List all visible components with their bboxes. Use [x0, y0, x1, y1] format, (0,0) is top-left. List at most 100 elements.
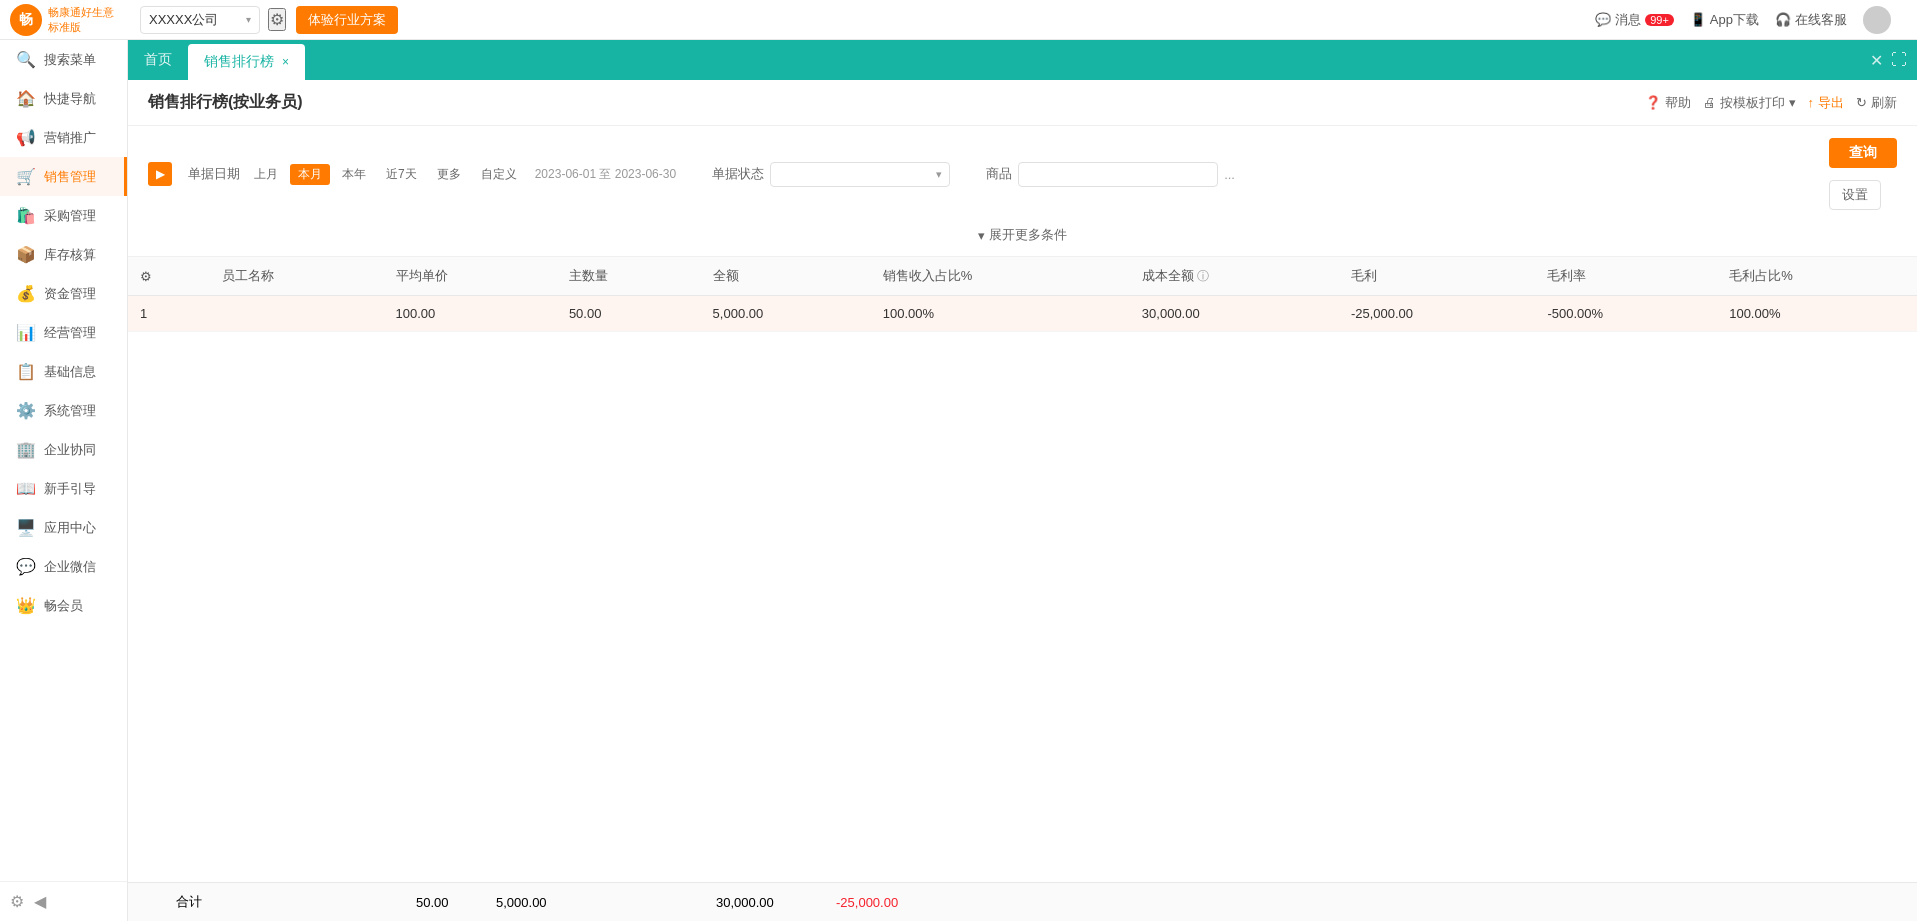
sidebar-item-inventory[interactable]: 📦 库存核算 — [0, 235, 127, 274]
col-amount: 全额 — [701, 257, 871, 296]
filter-row: ▶ 单据日期 上月本月本年近7天更多自定义 2023-06-01 至 2023-… — [148, 138, 1897, 210]
company-selector[interactable]: XXXXX公司 ▾ — [140, 6, 260, 34]
help-button[interactable]: ❓ 帮助 — [1645, 94, 1691, 112]
appstore-icon: 🖥️ — [16, 518, 36, 537]
sidebar-settings-icon[interactable]: ⚙ — [10, 892, 24, 911]
sidebar-label-basic: 基础信息 — [44, 363, 96, 381]
cell-revenue-pct: 100.00% — [871, 296, 1130, 332]
sidebar-label-system: 系统管理 — [44, 402, 96, 420]
sidebar-item-finance[interactable]: 💰 资金管理 — [0, 274, 127, 313]
status-select[interactable] — [770, 162, 950, 187]
cell-avg-price: 100.00 — [384, 296, 557, 332]
sidebar-item-wechat[interactable]: 💬 企业微信 — [0, 547, 127, 586]
sidebar-label-marketing: 营销推广 — [44, 129, 96, 147]
print-button[interactable]: 🖨 按模板打印 ▾ — [1703, 94, 1796, 112]
sidebar-label-search: 搜索菜单 — [44, 51, 96, 69]
data-table: ⚙ 员工名称 平均单价 主数量 全额 销售收入占比% 成本全额 ⓘ 毛利 毛利率 — [128, 257, 1917, 332]
finance-icon: 💰 — [16, 284, 36, 303]
top-bar-right: 💬 消息 99+ 📱 App下载 🎧 在线客服 — [1595, 6, 1907, 34]
col-profit: 毛利 — [1339, 257, 1536, 296]
goods-input[interactable] — [1018, 162, 1218, 187]
headset-icon: 🎧 — [1775, 12, 1791, 27]
sidebar-label-member: 畅会员 — [44, 597, 83, 615]
sidebar-label-purchase: 采购管理 — [44, 207, 96, 225]
message-label: 消息 — [1615, 11, 1641, 29]
app-download-button[interactable]: 📱 App下载 — [1690, 11, 1759, 29]
set-button[interactable]: 设置 — [1829, 180, 1881, 210]
sidebar-label-inventory: 库存核算 — [44, 246, 96, 264]
sidebar-item-member[interactable]: 👑 畅会员 — [0, 586, 127, 625]
sidebar-item-purchase[interactable]: 🛍️ 采购管理 — [0, 196, 127, 235]
sidebar: 🔍 搜索菜单 🏠 快捷导航 📢 营销推广 🛒 销售管理 🛍️ 采购管理 📦 库存… — [0, 40, 128, 921]
sidebar-item-appstore[interactable]: 🖥️ 应用中心 — [0, 508, 127, 547]
settings-icon[interactable]: ⚙ — [268, 8, 286, 31]
sidebar-item-enterprise[interactable]: 🏢 企业协同 — [0, 430, 127, 469]
date-tab-上月[interactable]: 上月 — [246, 164, 286, 185]
tab-sales-ranking[interactable]: 销售排行榜 × — [188, 44, 305, 80]
goods-filter: 商品 ... — [986, 162, 1235, 187]
date-range: 2023-06-01 至 2023-06-30 — [535, 166, 676, 183]
date-tab-本年[interactable]: 本年 — [334, 164, 374, 185]
status-filter: 单据状态 — [712, 162, 950, 187]
sidebar-collapse-icon[interactable]: ◀ — [34, 892, 46, 911]
refresh-button[interactable]: ↻ 刷新 — [1856, 94, 1897, 112]
sidebar-label-enterprise: 企业协同 — [44, 441, 96, 459]
sidebar-label-shortcut: 快捷导航 — [44, 90, 96, 108]
sidebar-item-shortcut[interactable]: 🏠 快捷导航 — [0, 79, 127, 118]
online-service-button[interactable]: 🎧 在线客服 — [1775, 11, 1847, 29]
filter-toggle-icon[interactable]: ▶ — [148, 162, 172, 186]
member-icon: 👑 — [16, 596, 36, 615]
date-filter-label: 单据日期 — [188, 165, 240, 183]
expand-button[interactable]: ▾ 展开更多条件 — [978, 226, 1067, 244]
query-button[interactable]: 查询 — [1829, 138, 1897, 168]
tab-expand-icon[interactable]: ⛶ — [1891, 51, 1907, 69]
system-icon: ⚙️ — [16, 401, 36, 420]
col-qty: 主数量 — [557, 257, 701, 296]
col-cost: 成本全额 ⓘ — [1130, 257, 1339, 296]
sidebar-item-newbie[interactable]: 📖 新手引导 — [0, 469, 127, 508]
sidebar-item-marketing[interactable]: 📢 营销推广 — [0, 118, 127, 157]
cell-qty: 50.00 — [557, 296, 701, 332]
tab-bar-actions: ✕ ⛶ — [1870, 51, 1917, 70]
date-tab-更多[interactable]: 更多 — [429, 164, 469, 185]
sidebar-item-operations[interactable]: 📊 经营管理 — [0, 313, 127, 352]
cell-cost: 30,000.00 — [1130, 296, 1339, 332]
inventory-icon: 📦 — [16, 245, 36, 264]
page-actions: ❓ 帮助 🖨 按模板打印 ▾ ↑ 导出 ↻ — [1645, 94, 1898, 112]
table-row: 1 100.00 50.00 5,000.00 100.00% 30,000.0… — [128, 296, 1917, 332]
sidebar-item-search[interactable]: 🔍 搜索菜单 — [0, 40, 127, 79]
table-body: 1 100.00 50.00 5,000.00 100.00% 30,000.0… — [128, 296, 1917, 332]
date-tab-自定义[interactable]: 自定义 — [473, 164, 525, 185]
goods-more-icon[interactable]: ... — [1224, 167, 1235, 182]
cell-name — [210, 296, 383, 332]
logo-icon: 畅 — [10, 4, 42, 36]
tab-close-window-icon[interactable]: ✕ — [1870, 51, 1883, 70]
logo-text: 畅康通好生意 标准版 — [48, 5, 114, 34]
date-tab-近7天[interactable]: 近7天 — [378, 164, 425, 185]
date-filter: 单据日期 上月本月本年近7天更多自定义 2023-06-01 至 2023-06… — [188, 164, 676, 185]
tab-bar: 首页 销售排行榜 × ✕ ⛶ — [128, 40, 1917, 80]
sidebar-item-system[interactable]: ⚙️ 系统管理 — [0, 391, 127, 430]
marketing-icon: 📢 — [16, 128, 36, 147]
sidebar-label-sales: 销售管理 — [44, 168, 96, 186]
footer-qty: 50.00 — [404, 895, 484, 910]
cost-info-icon[interactable]: ⓘ — [1197, 269, 1209, 283]
table-wrapper: ⚙ 员工名称 平均单价 主数量 全额 销售收入占比% 成本全额 ⓘ 毛利 毛利率 — [128, 257, 1917, 921]
export-button[interactable]: ↑ 导出 — [1808, 94, 1845, 112]
sidebar-item-sales[interactable]: 🛒 销售管理 — [0, 157, 127, 196]
tab-close-icon[interactable]: × — [282, 55, 289, 69]
message-button[interactable]: 💬 消息 99+ — [1595, 11, 1674, 29]
sidebar-item-basic[interactable]: 📋 基础信息 — [0, 352, 127, 391]
trial-button[interactable]: 体验行业方案 — [296, 6, 398, 34]
sales-icon: 🛒 — [16, 167, 36, 186]
sidebar-label-wechat: 企业微信 — [44, 558, 96, 576]
col-settings[interactable]: ⚙ — [128, 257, 210, 296]
tab-home[interactable]: 首页 — [128, 40, 188, 80]
avatar[interactable] — [1863, 6, 1891, 34]
print-icon: 🖨 — [1703, 95, 1716, 110]
status-select-wrap — [770, 162, 950, 187]
footer-label: 合计 — [164, 893, 304, 911]
table-scroll[interactable]: ⚙ 员工名称 平均单价 主数量 全额 销售收入占比% 成本全额 ⓘ 毛利 毛利率 — [128, 257, 1917, 882]
date-tab-本月[interactable]: 本月 — [290, 164, 330, 185]
company-dropdown-icon: ▾ — [246, 14, 251, 25]
